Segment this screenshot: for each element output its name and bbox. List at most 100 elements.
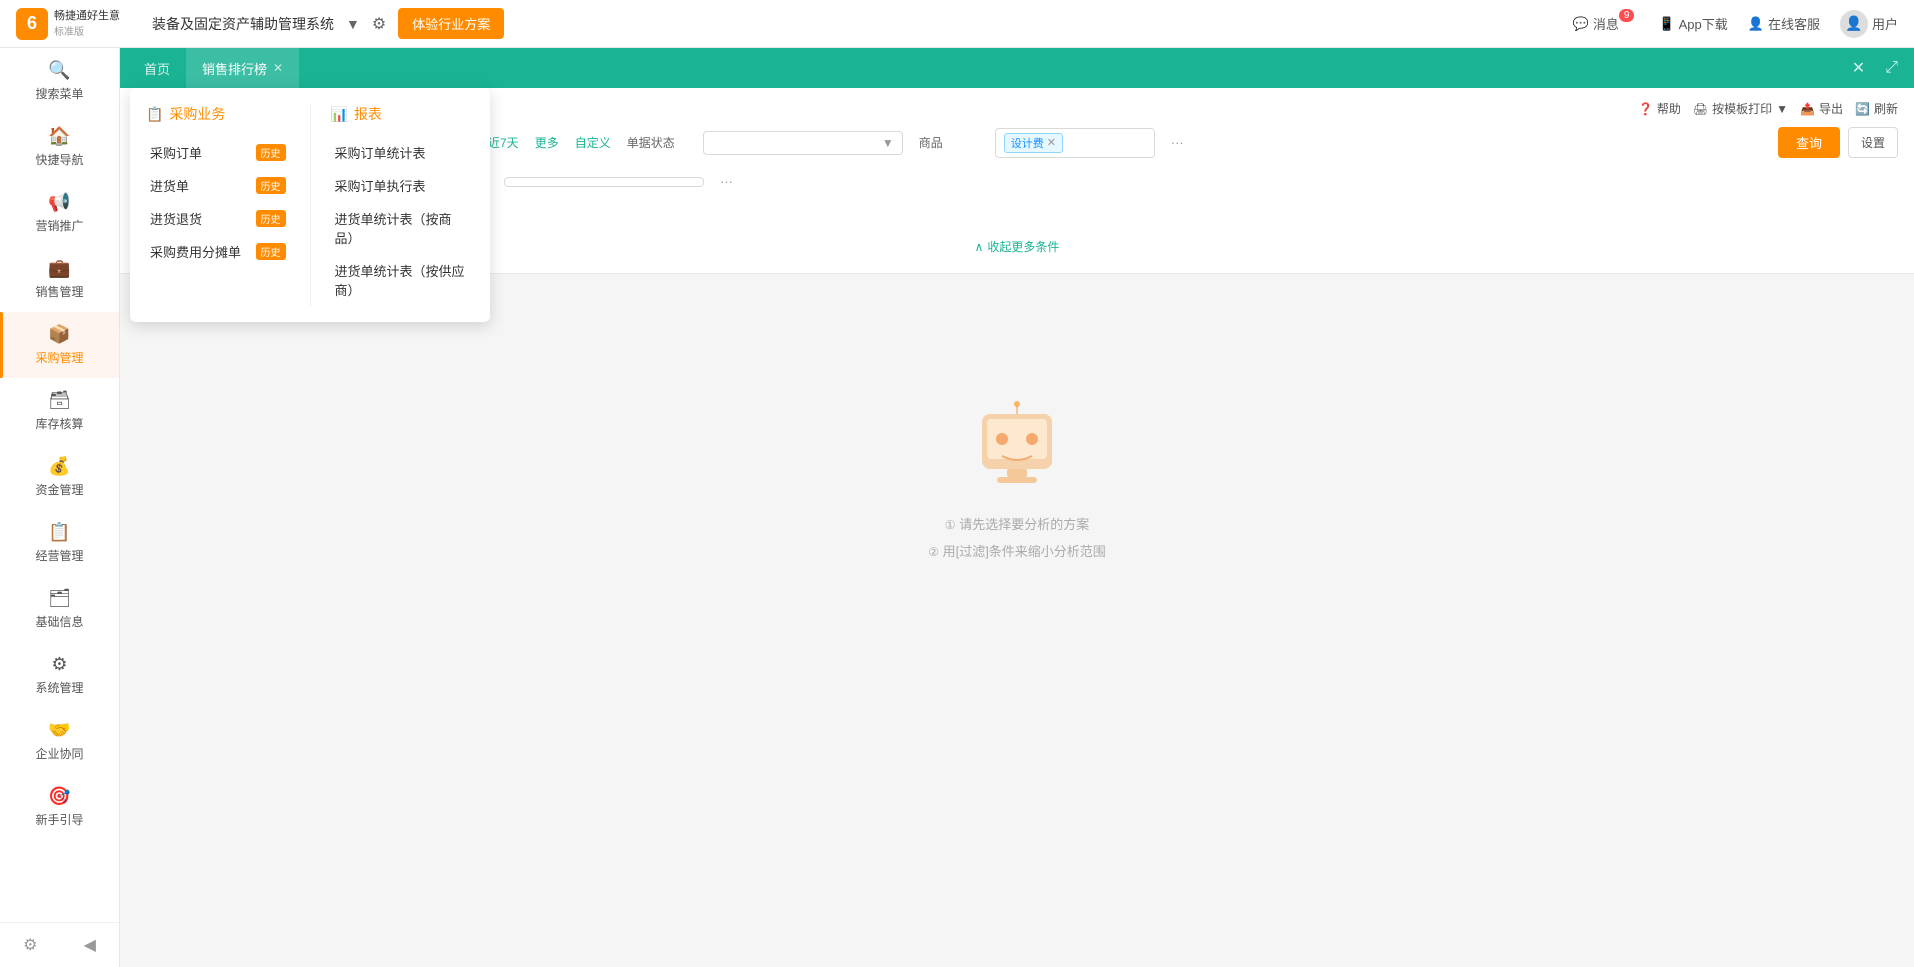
sidebar-item-guide[interactable]: 🎯 新手引导 (0, 774, 119, 840)
tab-sales-rank[interactable]: 销售排行榜 ✕ (186, 48, 299, 88)
sidebar-item-enterprise[interactable]: 🤝 企业协同 (0, 708, 119, 774)
goods-tag-close[interactable]: ✕ (1047, 136, 1056, 149)
empty-hint-2: ② 用[过滤]条件来缩小分析范围 (928, 541, 1106, 560)
top-header: 6 畅捷通好生意 标准版 装备及固定资产辅助管理系统 ▼ ⚙ 体验行业方案 💬 … (0, 0, 1914, 48)
print-icon: 🖨 (1693, 102, 1708, 116)
guide-icon: 🎯 (48, 786, 70, 807)
sidebar-item-search[interactable]: 🔍 搜索菜单 (0, 48, 119, 114)
operations-icon: 📋 (48, 522, 70, 543)
tab-close-icon[interactable]: ✕ (273, 61, 283, 75)
empty-hint-1: ① 请先选择要分析的方案 (945, 514, 1089, 533)
sidebar-item-sales[interactable]: 💼 销售管理 (0, 246, 119, 312)
export-icon: 📤 (1800, 102, 1815, 116)
help-icon: ❓ (1638, 102, 1653, 116)
report-section-title: 📊 报表 (331, 104, 475, 124)
sidebar: 🔍 搜索菜单 🏠 快捷导航 📢 营销推广 💼 销售管理 📦 采购管理 🗃 库存核… (0, 48, 120, 967)
user-action[interactable]: 👤 用户 (1840, 10, 1898, 38)
sidebar-item-system[interactable]: ⚙ 系统管理 (0, 642, 119, 708)
sidebar-item-quick-nav[interactable]: 🏠 快捷导航 (0, 114, 119, 180)
sidebar-item-operations[interactable]: 📋 经营管理 (0, 510, 119, 576)
industry-button[interactable]: 体验行业方案 (398, 8, 504, 39)
history-badge-0: 历史 (256, 144, 286, 161)
enterprise-icon: 🤝 (48, 720, 70, 741)
bottom-settings-button[interactable]: ⚙ (23, 935, 37, 955)
logo-text: 畅捷通好生意 标准版 (54, 9, 120, 38)
settings-button[interactable]: 设置 (1848, 127, 1898, 158)
goods-input[interactable]: 设计费 ✕ (995, 128, 1155, 158)
search-icon: 🔍 (48, 60, 70, 81)
status-dropdown-icon: ▼ (882, 136, 894, 150)
print-template-button[interactable]: 🖨 按模板打印 ▼ (1693, 100, 1788, 117)
report-section: 📊 报表 采购订单统计表 采购订单执行表 进货单统计表（按商品） 进货单统计表（… (331, 104, 475, 306)
system-dropdown-button[interactable]: ▼ (346, 16, 360, 32)
salesperson-input[interactable] (504, 177, 704, 187)
system-icon: ⚙ (51, 654, 67, 675)
help-button[interactable]: ❓ 帮助 (1638, 100, 1681, 117)
dropdown-item-purchase-order[interactable]: 采购订单 历史 (146, 136, 290, 169)
sidebar-item-basic[interactable]: 🗂 基础信息 (0, 576, 119, 642)
home-icon: 🏠 (48, 126, 70, 147)
logo-icon: 6 (16, 8, 48, 40)
purchase-icon: 📦 (48, 324, 70, 345)
purchase-section: 📋 采购业务 采购订单 历史 进货单 历史 进货退货 历史 采购费用分摊单 历史 (146, 104, 290, 306)
online-service-action[interactable]: 👤 在线客服 (1748, 14, 1820, 33)
goods-tag: 设计费 ✕ (1004, 133, 1063, 153)
tab-bar: 首页 销售排行榜 ✕ ✕ ⤢ (120, 48, 1914, 88)
sales-icon: 💼 (48, 258, 70, 279)
header-right: 💬 消息 9 📱 App下载 👤 在线客服 👤 用户 (1573, 10, 1898, 38)
sidebar-item-purchase[interactable]: 📦 采购管理 (0, 312, 119, 378)
inventory-icon: 🗃 (48, 390, 71, 411)
sidebar-bottom: ⚙ ◀ (0, 922, 119, 967)
report-section-icon: 📊 (331, 106, 348, 123)
export-button[interactable]: 📤 导出 (1800, 100, 1843, 117)
dropdown-item-purchase-incoming[interactable]: 进货单 历史 (146, 169, 290, 202)
date-custom-button[interactable]: 自定义 (575, 134, 611, 151)
purchase-section-icon: 📋 (146, 106, 163, 123)
date-7days-button[interactable]: 近7天 (488, 134, 519, 151)
history-badge-2: 历史 (256, 210, 286, 227)
system-settings-button[interactable]: ⚙ (372, 14, 386, 34)
dropdown-item-purchase-return[interactable]: 进货退货 历史 (146, 202, 290, 235)
purchase-dropdown-menu: 📋 采购业务 采购订单 历史 进货单 历史 进货退货 历史 采购费用分摊单 历史… (130, 88, 490, 322)
sidebar-item-inventory[interactable]: 🗃 库存核算 (0, 378, 119, 444)
print-dropdown-icon: ▼ (1776, 102, 1788, 116)
service-icon: 👤 (1748, 16, 1764, 32)
empty-illustration (957, 394, 1077, 494)
basic-icon: 🗂 (48, 588, 71, 609)
search-button[interactable]: 查询 (1778, 127, 1840, 158)
dropdown-item-goods-stats[interactable]: 进货单统计表（按商品） (331, 202, 475, 254)
tab-close-window-button[interactable]: ✕ (1844, 54, 1873, 82)
history-badge-1: 历史 (256, 177, 286, 194)
dropdown-item-order-exec[interactable]: 采购订单执行表 (331, 169, 475, 202)
dropdown-item-supplier-stats[interactable]: 进货单统计表（按供应商） (331, 254, 475, 306)
dropdown-item-order-stats[interactable]: 采购订单统计表 (331, 136, 475, 169)
header-middle: 装备及固定资产辅助管理系统 ▼ ⚙ 体验行业方案 (136, 8, 1573, 39)
messages-action[interactable]: 💬 消息 9 (1573, 14, 1639, 33)
sidebar-item-marketing[interactable]: 📢 营销推广 (0, 180, 119, 246)
goods-more-dots[interactable]: ··· (1171, 135, 1184, 150)
tab-bar-actions: ✕ ⤢ (1844, 54, 1906, 82)
salesperson-more-dots[interactable]: ··· (720, 174, 733, 189)
message-badge: 9 (1619, 9, 1635, 22)
dropdown-divider (310, 104, 311, 306)
phone-icon: 📱 (1658, 16, 1674, 32)
date-more-button[interactable]: 更多 (535, 134, 559, 151)
dropdown-item-purchase-expense[interactable]: 采购费用分摊单 历史 (146, 235, 290, 268)
tab-home[interactable]: 首页 (128, 48, 186, 88)
tab-maximize-button[interactable]: ⤢ (1877, 54, 1906, 82)
avatar: 👤 (1840, 10, 1868, 38)
status-label: 单据状态 (627, 134, 687, 151)
sidebar-item-finance[interactable]: 💰 资金管理 (0, 444, 119, 510)
goods-label: 商品 (919, 134, 979, 151)
app-download-action[interactable]: 📱 App下载 (1658, 14, 1727, 33)
marketing-icon: 📢 (48, 192, 70, 213)
action-buttons: 查询 设置 (1778, 127, 1898, 158)
history-badge-3: 历史 (256, 243, 286, 260)
refresh-icon: 🔄 (1855, 102, 1870, 116)
status-input[interactable]: ▼ (703, 131, 903, 155)
purchase-section-title: 📋 采购业务 (146, 104, 290, 124)
finance-icon: 💰 (48, 456, 70, 477)
bottom-collapse-button[interactable]: ◀ (84, 935, 96, 955)
refresh-button[interactable]: 🔄 刷新 (1855, 100, 1898, 117)
system-title: 装备及固定资产辅助管理系统 (152, 14, 334, 34)
